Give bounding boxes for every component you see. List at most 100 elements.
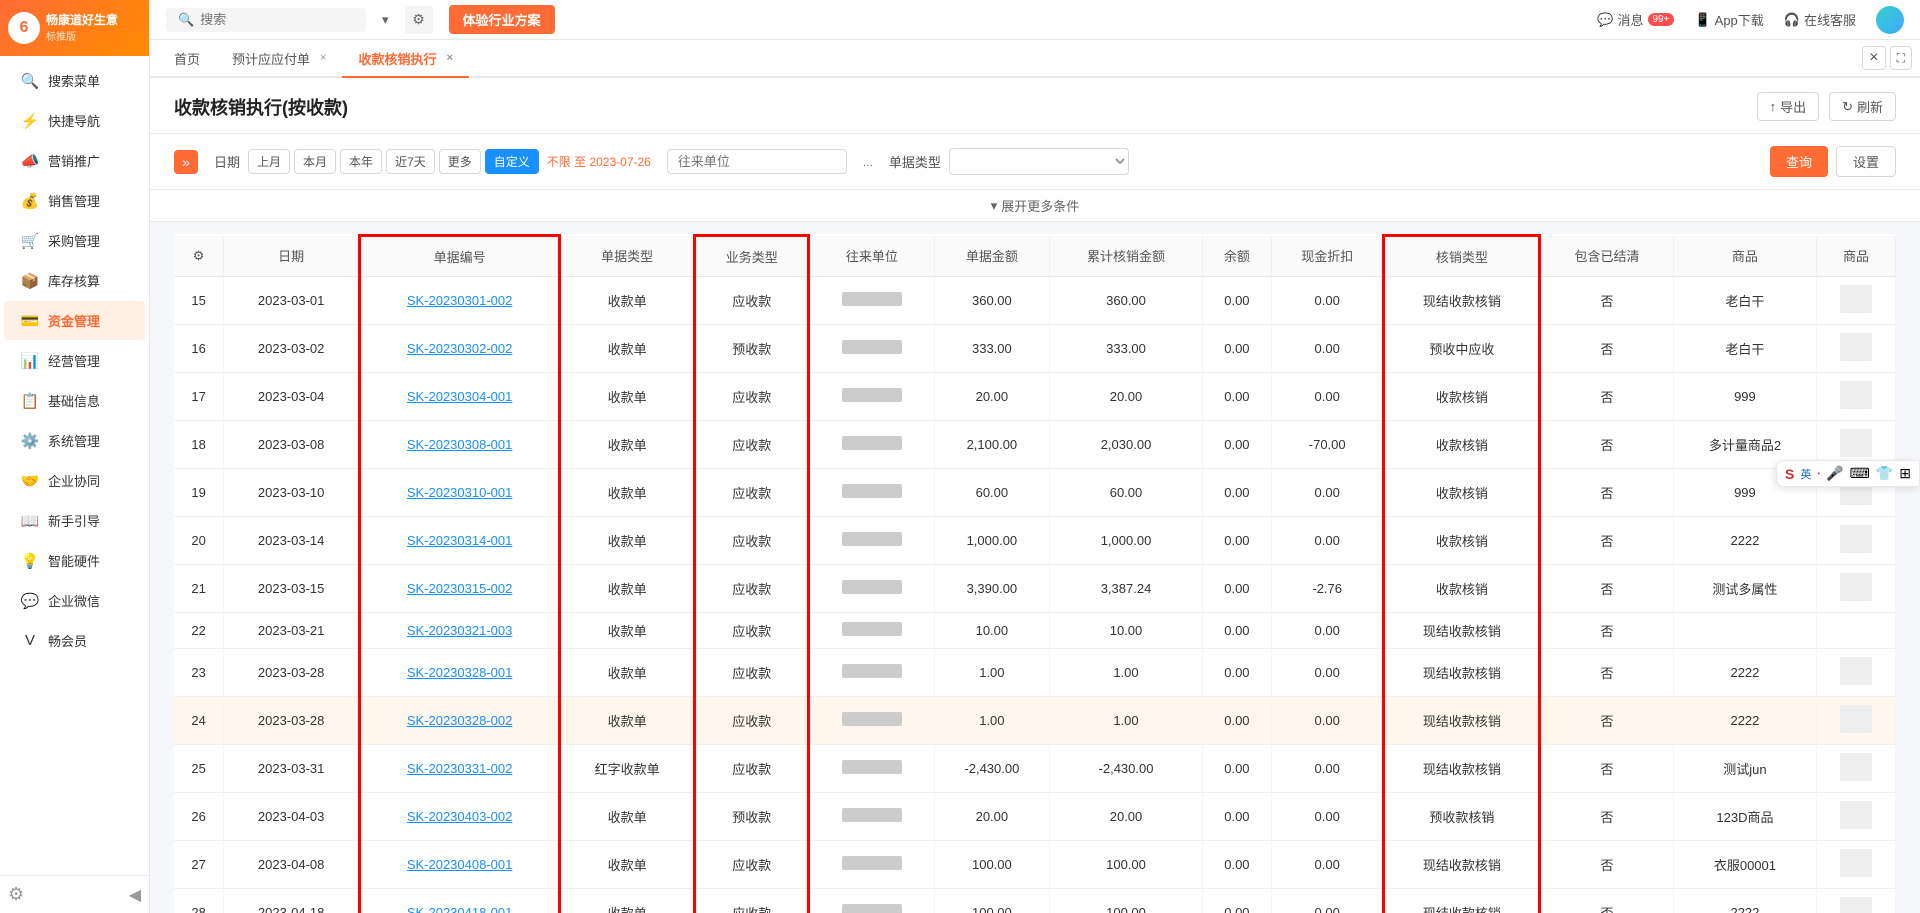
floating-dot: •	[1817, 469, 1820, 478]
cell-write-off: 100.00	[1050, 889, 1203, 913]
gear-button[interactable]: ⚙	[405, 6, 433, 34]
doc-no-link[interactable]: SK-20230315-002	[407, 581, 513, 596]
collapse-icon[interactable]: ◀	[129, 885, 141, 905]
sidebar-item-快捷导航[interactable]: ⚡ 快捷导航	[4, 101, 145, 140]
sidebar-icon: 💳	[20, 312, 40, 330]
cell-write-off-type: 现结收款核销	[1384, 889, 1540, 913]
sidebar-item-畅会员[interactable]: V 畅会员	[4, 621, 145, 660]
online-service-item[interactable]: 🎧 在线客服	[1784, 10, 1856, 29]
cell-amount: 2,100.00	[934, 421, 1050, 469]
doc-no-link[interactable]: SK-20230302-002	[407, 341, 513, 356]
col-header-gear[interactable]: ⚙	[174, 236, 224, 277]
col-header-discount: 现金折扣	[1271, 236, 1384, 277]
cell-date: 2023-03-28	[224, 697, 360, 745]
tab-prepayment[interactable]: 预计应应付单 ×	[216, 41, 342, 78]
sidebar-item-经营管理[interactable]: 📊 经营管理	[4, 341, 145, 380]
filter-custom-date[interactable]: 自定义	[485, 149, 539, 174]
refresh-button[interactable]: ↻ 刷新	[1829, 92, 1896, 121]
doc-type-select[interactable]	[949, 148, 1129, 175]
cell-amount: 1.00	[934, 697, 1050, 745]
cell-write-off: 20.00	[1050, 373, 1203, 421]
sidebar-item-label: 库存核算	[48, 271, 100, 290]
sidebar-item-搜索菜单[interactable]: 🔍 搜索菜单	[4, 61, 145, 100]
app-download-item[interactable]: 📱 App下载	[1694, 10, 1763, 29]
topbar-dropdown[interactable]: ▾	[382, 12, 389, 28]
sidebar-item-企业微信[interactable]: 💬 企业微信	[4, 581, 145, 620]
settings-icon[interactable]: ⚙	[8, 884, 24, 905]
close-prepayment-tab[interactable]: ×	[320, 52, 326, 64]
cell-include-settled: 否	[1540, 793, 1673, 841]
cell-write-off: -2,430.00	[1050, 745, 1203, 793]
maximize-tab[interactable]: ⛶	[1890, 46, 1912, 70]
doc-no-link[interactable]: SK-20230304-001	[407, 389, 513, 404]
export-button[interactable]: ↑ 导出	[1757, 92, 1820, 121]
sidebar-item-新手引导[interactable]: 📖 新手引导	[4, 501, 145, 540]
microphone-icon[interactable]: 🎤	[1826, 465, 1843, 482]
sidebar-item-营销推广[interactable]: 📣 营销推广	[4, 141, 145, 180]
sidebar-item-企业协同[interactable]: 🤝 企业协同	[4, 461, 145, 500]
sidebar-item-label: 快捷导航	[48, 111, 100, 130]
tab-write-off[interactable]: 收款核销执行 ×	[342, 41, 468, 78]
doc-no-link[interactable]: SK-20230331-002	[407, 761, 513, 776]
doc-no-link[interactable]: SK-20230321-003	[407, 623, 513, 638]
more-filter-icon[interactable]: ...	[863, 155, 873, 169]
filter-last-month[interactable]: 上月	[248, 149, 290, 174]
sidebar-item-销售管理[interactable]: 💰 销售管理	[4, 181, 145, 220]
doc-no-link[interactable]: SK-20230314-001	[407, 533, 513, 548]
filter-settings-button[interactable]: 设置	[1836, 146, 1896, 177]
cell-biz-type: 应收款	[695, 841, 809, 889]
sidebar-icon: 📣	[20, 152, 40, 170]
partner-input[interactable]	[667, 149, 847, 174]
table-settings-icon[interactable]: ⚙	[193, 248, 205, 263]
sidebar: 6 畅康道好生意 标推版 🔍 搜索菜单 ⚡ 快捷导航 📣 营销推广 💰 销售管理…	[0, 0, 150, 913]
table-row: 20 2023-03-14 SK-20230314-001 收款单 应收款 1,…	[174, 517, 1896, 565]
sidebar-item-库存核算[interactable]: 📦 库存核算	[4, 261, 145, 300]
doc-no-link[interactable]: SK-20230310-001	[407, 485, 513, 500]
solution-button[interactable]: 体验行业方案	[449, 5, 555, 34]
shirt-icon[interactable]: 👕	[1876, 465, 1893, 482]
grid-icon[interactable]: ⊞	[1899, 465, 1911, 482]
sidebar-item-资金管理[interactable]: 💳 资金管理	[4, 301, 145, 340]
doc-no-link[interactable]: SK-20230328-001	[407, 665, 513, 680]
cell-doc-type: 收款单	[560, 517, 695, 565]
sidebar-icon: 📊	[20, 352, 40, 370]
query-button[interactable]: 查询	[1770, 146, 1828, 177]
cell-write-off-type: 现结收款核销	[1384, 649, 1540, 697]
cell-write-off-type: 现结收款核销	[1384, 277, 1540, 325]
table-area[interactable]: ⚙ 日期 单据编号 单据类型 业务类型 往来单位 单据金额 累计核销金额 余额 …	[150, 222, 1920, 913]
doc-no-link[interactable]: SK-20230403-002	[407, 809, 513, 824]
doc-no-link[interactable]: SK-20230301-002	[407, 293, 513, 308]
doc-no-link[interactable]: SK-20230308-001	[407, 437, 513, 452]
messages-item[interactable]: 💬 消息 99+	[1597, 10, 1674, 29]
search-input[interactable]	[200, 12, 340, 27]
filter-last-7-days[interactable]: 近7天	[386, 149, 435, 174]
doc-no-link[interactable]: SK-20230328-002	[407, 713, 513, 728]
sidebar-item-系统管理[interactable]: ⚙️ 系统管理	[4, 421, 145, 460]
close-write-off-tab[interactable]: ×	[446, 52, 452, 64]
filter-this-month[interactable]: 本月	[294, 149, 336, 174]
sidebar-item-采购管理[interactable]: 🛒 采购管理	[4, 221, 145, 260]
keyboard-icon[interactable]: ⌨	[1850, 465, 1870, 482]
expand-more-button[interactable]: ▾ 展开更多条件	[991, 196, 1080, 215]
cell-doc-type: 收款单	[560, 421, 695, 469]
cell-include-settled: 否	[1540, 889, 1673, 913]
logo-icon: 6	[8, 12, 40, 44]
sidebar-item-智能硬件[interactable]: 💡 智能硬件	[4, 541, 145, 580]
filter-date-options: 上月 本月 本年 近7天 更多 自定义	[248, 149, 539, 174]
close-all-tabs[interactable]: ×	[1862, 46, 1885, 70]
filter-expand-button[interactable]: »	[174, 150, 198, 174]
cell-write-off: 60.00	[1050, 469, 1203, 517]
doc-no-link[interactable]: SK-20230418-001	[407, 905, 513, 913]
cell-write-off: 20.00	[1050, 793, 1203, 841]
user-avatar[interactable]	[1876, 6, 1904, 34]
filter-this-year[interactable]: 本年	[340, 149, 382, 174]
sidebar-icon: 💬	[20, 592, 40, 610]
cell-write-off: 1.00	[1050, 697, 1203, 745]
sidebar-icon: 🤝	[20, 472, 40, 490]
doc-no-link[interactable]: SK-20230408-001	[407, 857, 513, 872]
write-off-tab-label: 收款核销执行	[358, 49, 436, 68]
filter-more-date[interactable]: 更多	[439, 149, 481, 174]
sidebar-item-基础信息[interactable]: 📋 基础信息	[4, 381, 145, 420]
cell-write-off: 1.00	[1050, 649, 1203, 697]
tab-home[interactable]: 首页	[158, 41, 216, 78]
